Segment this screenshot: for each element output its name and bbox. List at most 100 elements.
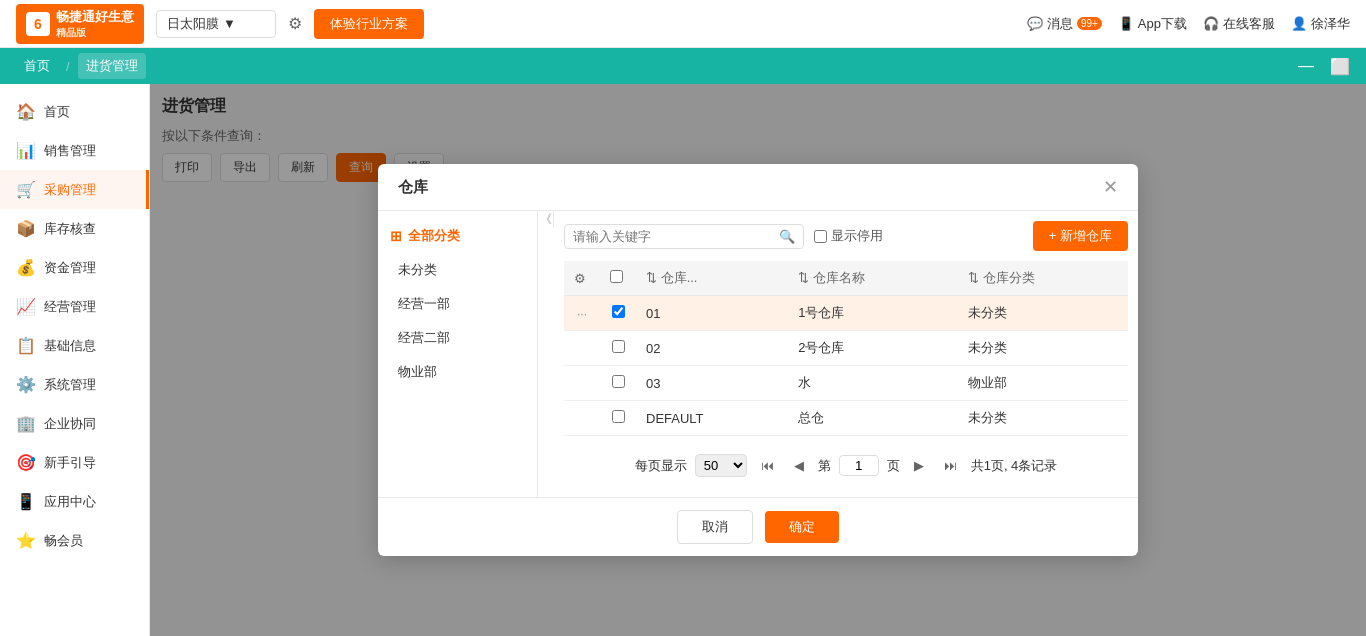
main-layout: 🏠 首页 📊 销售管理 🛒 采购管理 📦 库存核查 💰 资金管理 📈 经营管理 … [0, 84, 1366, 636]
modal-footer: 取消 确定 [378, 497, 1138, 556]
sidebar-item-finance[interactable]: 💰 资金管理 [0, 248, 149, 287]
row-gear-4 [564, 401, 600, 436]
sidebar-item-system[interactable]: ⚙️ 系统管理 [0, 365, 149, 404]
online-service-action[interactable]: 🎧 在线客服 [1203, 15, 1275, 33]
category-all[interactable]: ⊞ 全部分类 [378, 219, 537, 253]
enterprise-icon: 🏢 [16, 414, 36, 433]
table-row[interactable]: 02 2号仓库 未分类 [564, 331, 1128, 366]
show-disabled-label[interactable]: 显示停用 [814, 227, 883, 245]
col-name-header: ⇅ 仓库名称 [788, 261, 958, 296]
col-gear-header: ⚙ [564, 261, 600, 296]
window-maximize-icon[interactable]: ⬜ [1330, 57, 1350, 76]
category-property[interactable]: 物业部 [378, 355, 537, 389]
branch-selector[interactable]: 日太阳膜 ▼ [156, 10, 276, 38]
sidebar-item-apps[interactable]: 📱 应用中心 [0, 482, 149, 521]
subnav-purchase[interactable]: 进货管理 [78, 53, 146, 79]
username-label: 徐泽华 [1311, 15, 1350, 33]
confirm-button[interactable]: 确定 [765, 511, 839, 543]
category-all-label: 全部分类 [408, 227, 460, 245]
row-checkbox-2[interactable] [612, 340, 625, 353]
row-category-1: 未分类 [958, 296, 1128, 331]
row-category-4: 未分类 [958, 401, 1128, 436]
sidebar-item-guide[interactable]: 🎯 新手引导 [0, 443, 149, 482]
row-checkbox-4[interactable] [612, 410, 625, 423]
last-page-btn[interactable]: ⏭ [938, 456, 963, 475]
message-action[interactable]: 💬 消息 99+ [1027, 15, 1102, 33]
modal-close-icon[interactable]: ✕ [1103, 176, 1118, 198]
prev-page-btn[interactable]: ◀ [788, 456, 810, 475]
experience-btn[interactable]: 体验行业方案 [314, 9, 424, 39]
sidebar-item-sales[interactable]: 📊 销售管理 [0, 131, 149, 170]
pagination: 每页显示 50 20 100 ⏮ ◀ 第 页 ▶ [564, 444, 1128, 487]
logo-icon: 6 [26, 12, 50, 36]
sidebar-label-home: 首页 [44, 103, 70, 121]
subnav-home[interactable]: 首页 [16, 53, 58, 79]
user-icon: 👤 [1291, 16, 1307, 31]
col-check-header [600, 261, 636, 296]
col-category-label: 仓库分类 [983, 270, 1035, 285]
add-warehouse-btn[interactable]: + 新增仓库 [1033, 221, 1128, 251]
sidebar-item-basic-info[interactable]: 📋 基础信息 [0, 326, 149, 365]
row-code-3: 03 [636, 366, 788, 401]
message-label: 消息 [1047, 15, 1073, 33]
table-row[interactable]: DEFAULT 总仓 未分类 [564, 401, 1128, 436]
modal-title: 仓库 [398, 178, 428, 197]
row-code-2: 02 [636, 331, 788, 366]
total-info: 共1页, 4条记录 [971, 457, 1058, 475]
show-disabled-checkbox[interactable] [814, 230, 827, 243]
category-operations-dept2[interactable]: 经营二部 [378, 321, 537, 355]
vip-icon: ⭐ [16, 531, 36, 550]
modal-header: 仓库 ✕ [378, 164, 1138, 211]
category-operations-dept1[interactable]: 经营一部 [378, 287, 537, 321]
window-minimize-icon[interactable]: — [1298, 57, 1314, 75]
first-page-btn[interactable]: ⏮ [755, 456, 780, 475]
online-service-label: 在线客服 [1223, 15, 1275, 33]
next-page-btn[interactable]: ▶ [908, 456, 930, 475]
category-collapse-btn[interactable]: 《 [538, 211, 554, 228]
table-toolbar: 🔍 显示停用 + 新增仓库 [564, 221, 1128, 251]
page-suffix: 页 [887, 457, 900, 475]
purchase-icon: 🛒 [16, 180, 36, 199]
branch-name: 日太阳膜 [167, 15, 219, 33]
page-input[interactable] [839, 455, 879, 476]
col-name-label: 仓库名称 [813, 270, 865, 285]
branch-chevron-icon: ▼ [223, 16, 236, 31]
operations-icon: 📈 [16, 297, 36, 316]
sidebar-item-enterprise[interactable]: 🏢 企业协同 [0, 404, 149, 443]
row-code-4: DEFAULT [636, 401, 788, 436]
sidebar-label-system: 系统管理 [44, 376, 96, 394]
sidebar-label-operations: 经营管理 [44, 298, 96, 316]
sidebar-item-purchase[interactable]: 🛒 采购管理 [0, 170, 149, 209]
sidebar-label-basic-info: 基础信息 [44, 337, 96, 355]
warehouse-modal: 仓库 ✕ ⊞ 全部分类 未分类 经营一部 经营二部 物业部 [378, 164, 1138, 556]
gear-col-icon: ⚙ [574, 271, 586, 286]
per-page-select[interactable]: 50 20 100 [695, 454, 747, 477]
app-download-label: App下载 [1138, 15, 1187, 33]
sidebar-label-inventory: 库存核查 [44, 220, 96, 238]
sidebar-item-home[interactable]: 🏠 首页 [0, 92, 149, 131]
user-avatar-action[interactable]: 👤 徐泽华 [1291, 15, 1350, 33]
row-code-1: 01 [636, 296, 788, 331]
row-checkbox-1[interactable] [612, 305, 625, 318]
settings-gear-icon[interactable]: ⚙ [288, 14, 302, 33]
row-checkbox-3[interactable] [612, 375, 625, 388]
sidebar-label-guide: 新手引导 [44, 454, 96, 472]
cancel-button[interactable]: 取消 [677, 510, 753, 544]
row-gear-3 [564, 366, 600, 401]
col-category-header: ⇅ 仓库分类 [958, 261, 1128, 296]
search-input[interactable] [573, 229, 779, 244]
app-download-action[interactable]: 📱 App下载 [1118, 15, 1187, 33]
table-body: ··· 01 1号仓库 未分类 02 [564, 296, 1128, 436]
select-all-checkbox[interactable] [610, 270, 623, 283]
sidebar-item-operations[interactable]: 📈 经营管理 [0, 287, 149, 326]
table-row[interactable]: ··· 01 1号仓库 未分类 [564, 296, 1128, 331]
category-panel: ⊞ 全部分类 未分类 经营一部 经营二部 物业部 [378, 211, 538, 497]
table-row[interactable]: 03 水 物业部 [564, 366, 1128, 401]
category-unclassified[interactable]: 未分类 [378, 253, 537, 287]
sidebar-item-inventory[interactable]: 📦 库存核查 [0, 209, 149, 248]
table-header-row: ⚙ ⇅ 仓库... ⇅ 仓库名称 [564, 261, 1128, 296]
sidebar-item-vip[interactable]: ⭐ 畅会员 [0, 521, 149, 560]
show-disabled-text: 显示停用 [831, 227, 883, 245]
page-text: 第 [818, 457, 831, 475]
sidebar-label-sales: 销售管理 [44, 142, 96, 160]
